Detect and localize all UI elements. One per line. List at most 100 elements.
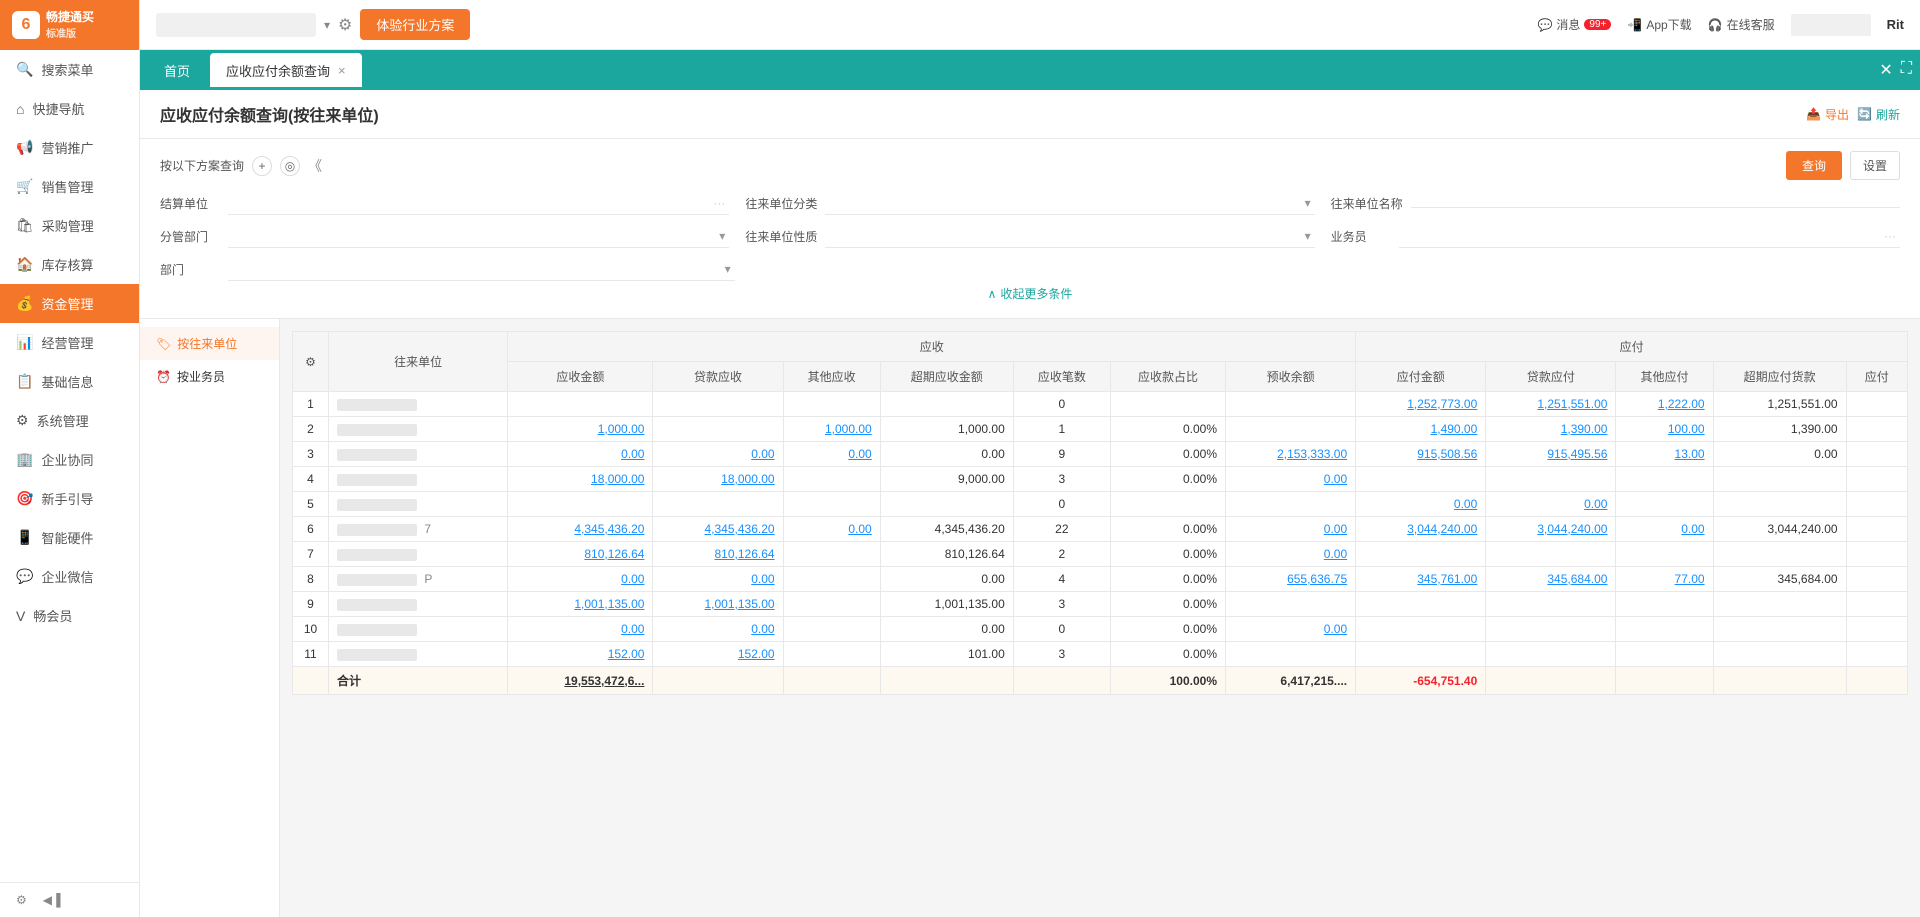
sidebar-item-wechat[interactable]: 💬 企业微信 [0, 557, 139, 596]
sidebar-item-finance[interactable]: 💰 资金管理 [0, 284, 139, 323]
row-rec-loan: 152.00 [653, 642, 783, 667]
customer-name-input[interactable] [1411, 199, 1900, 208]
sidebar-item-system[interactable]: ⚙ 系统管理 [0, 401, 139, 440]
enterprise-icon: 🏢 [16, 451, 33, 468]
customer-nature-select[interactable]: ▾ [825, 225, 1314, 248]
row-rec-loan [653, 417, 783, 442]
message-badge: 99+ [1584, 19, 1611, 30]
sidebar-item-inventory[interactable]: 🏠 库存核算 [0, 245, 139, 284]
online-service-button[interactable]: 🎧 在线客服 [1708, 16, 1775, 33]
filter-dept: 分管部门 ▾ [160, 225, 729, 248]
export-button[interactable]: 📤 导出 [1806, 106, 1849, 123]
customer-category-select[interactable]: ▾ [825, 192, 1314, 215]
department-select[interactable]: ▾ [228, 258, 735, 281]
sidebar-item-basic-label: 基础信息 [41, 372, 93, 391]
col-pay-amount: 应付金额 [1356, 362, 1486, 392]
row-rec-count: 1 [1013, 417, 1110, 442]
row-rec-count: 9 [1013, 442, 1110, 467]
row-pay-col5 [1846, 417, 1907, 442]
row-no: 11 [293, 642, 329, 667]
row-pay-loan: 1,390.00 [1486, 417, 1616, 442]
header-settings-icon[interactable]: ⚙ [338, 15, 352, 35]
row-pay-overdue: 1,390.00 [1713, 417, 1846, 442]
table-row: 1 0 1,252,773.00 1,251,551.00 1,222.00 1… [293, 392, 1908, 417]
collapse-more-button[interactable]: ∧ 收起更多条件 [160, 281, 1900, 306]
sidenav-by-customer[interactable]: 🏷 按往来单位 [140, 327, 279, 360]
sidebar-item-member[interactable]: V 畅会员 [0, 596, 139, 635]
sidebar-item-purchase[interactable]: 🛍 采购管理 [0, 206, 139, 245]
row-pay-col5 [1846, 542, 1907, 567]
row-pay-loan [1486, 617, 1616, 642]
sidebar-item-search[interactable]: 🔍 搜索菜单 [0, 50, 139, 89]
sidebar-item-hardware[interactable]: 📱 智能硬件 [0, 518, 139, 557]
settlement-unit-input[interactable]: ··· [228, 192, 729, 215]
refresh-button[interactable]: 🔄 刷新 [1857, 106, 1900, 123]
row-pre-rec [1226, 417, 1356, 442]
row-pay-overdue [1713, 542, 1846, 567]
sidebar-item-nav[interactable]: ⌂ 快捷导航 [0, 89, 139, 128]
row-rec-overdue: 101.00 [880, 642, 1013, 667]
row-pay-other: 13.00 [1616, 442, 1713, 467]
sidebar-item-operation[interactable]: 📊 经营管理 [0, 323, 139, 362]
sidebar-item-operation-label: 经营管理 [41, 333, 93, 352]
message-button[interactable]: 💬 消息 99+ [1537, 16, 1611, 33]
row-pay-other [1616, 492, 1713, 517]
settings-filter-button[interactable]: 设置 [1850, 151, 1900, 180]
row-rec-overdue: 0.00 [880, 617, 1013, 642]
sidebar-item-sales[interactable]: 🛒 销售管理 [0, 167, 139, 206]
dept-select[interactable]: ▾ [228, 225, 729, 248]
close-window-icon[interactable]: ✕ [1879, 60, 1892, 80]
sidebar-item-basic[interactable]: 📋 基础信息 [0, 362, 139, 401]
row-rec-count: 22 [1013, 517, 1110, 542]
member-icon: V [16, 608, 25, 624]
sidebar-item-marketing[interactable]: 📢 营销推广 [0, 128, 139, 167]
more-icon: ··· [713, 196, 725, 210]
table-settings-col[interactable]: ⚙ [293, 332, 329, 392]
top-header: ▾ ⚙ 体验行业方案 💬 消息 99+ 📲 App下载 🎧 在线客服 Rit [140, 0, 1920, 50]
row-rec-overdue [880, 492, 1013, 517]
footer-rec-total[interactable]: 19,553,472,6... [508, 667, 653, 695]
row-rec-loan: 0.00 [653, 442, 783, 467]
table-area: ⚙ 往来单位 应收 应付 应收金额 贷款应收 其他应收 超期应收金额 应收笔数 … [280, 319, 1920, 917]
filter-row-2: 分管部门 ▾ 往来单位性质 ▾ 业务员 [160, 225, 1900, 248]
tab-receivable-payable[interactable]: 应收应付余额查询 × [210, 53, 362, 87]
row-rec-ratio [1110, 392, 1225, 417]
sidenav-by-salesperson[interactable]: ⏰ 按业务员 [140, 360, 279, 393]
salesperson-input[interactable]: ··· [1399, 225, 1900, 248]
footer-pay-other [1616, 667, 1713, 695]
footer-rec-count [1013, 667, 1110, 695]
expand-window-icon[interactable]: ⛶ [1901, 60, 1912, 80]
footer-rec-ratio: 100.00% [1110, 667, 1225, 695]
chevron-down-dept2-icon: ▾ [725, 262, 731, 276]
collapse-sidebar-icon[interactable]: ◀▐ [43, 893, 61, 907]
app-label: App下载 [1646, 16, 1691, 33]
row-rec-amount: 0.00 [508, 617, 653, 642]
sidebar-item-guide[interactable]: 🎯 新手引导 [0, 479, 139, 518]
row-pay-other: 77.00 [1616, 567, 1713, 592]
row-no: 4 [293, 467, 329, 492]
industry-solution-button[interactable]: 体验行业方案 [360, 9, 470, 40]
filter-collapse-button[interactable]: 《 [308, 156, 322, 176]
sidebar-item-enterprise[interactable]: 🏢 企业协同 [0, 440, 139, 479]
row-rec-amount: 0.00 [508, 567, 653, 592]
row-rec-overdue: 1,001,135.00 [880, 592, 1013, 617]
filter-add-button[interactable]: + [252, 156, 272, 176]
row-pay-overdue: 1,251,551.00 [1713, 392, 1846, 417]
guide-icon: 🎯 [16, 490, 33, 507]
main-area: ▾ ⚙ 体验行业方案 💬 消息 99+ 📲 App下载 🎧 在线客服 Rit 首… [140, 0, 1920, 917]
settings-icon[interactable]: ⚙ [16, 893, 27, 907]
row-pay-overdue [1713, 467, 1846, 492]
row-customer: P [329, 567, 508, 592]
chevron-down-icon[interactable]: ▾ [324, 18, 330, 32]
tab-close-icon[interactable]: × [338, 63, 346, 78]
query-button[interactable]: 查询 [1786, 151, 1842, 180]
row-pay-amount: 1,252,773.00 [1356, 392, 1486, 417]
row-pay-loan: 915,495.56 [1486, 442, 1616, 467]
col-header-customer: 往来单位 [329, 332, 508, 392]
row-rec-other [783, 542, 880, 567]
app-download-button[interactable]: 📲 App下载 [1627, 16, 1691, 33]
filter-settings-button[interactable]: ◎ [280, 156, 300, 176]
row-pay-amount [1356, 592, 1486, 617]
tab-home[interactable]: 首页 [148, 50, 206, 90]
row-rec-count: 4 [1013, 567, 1110, 592]
